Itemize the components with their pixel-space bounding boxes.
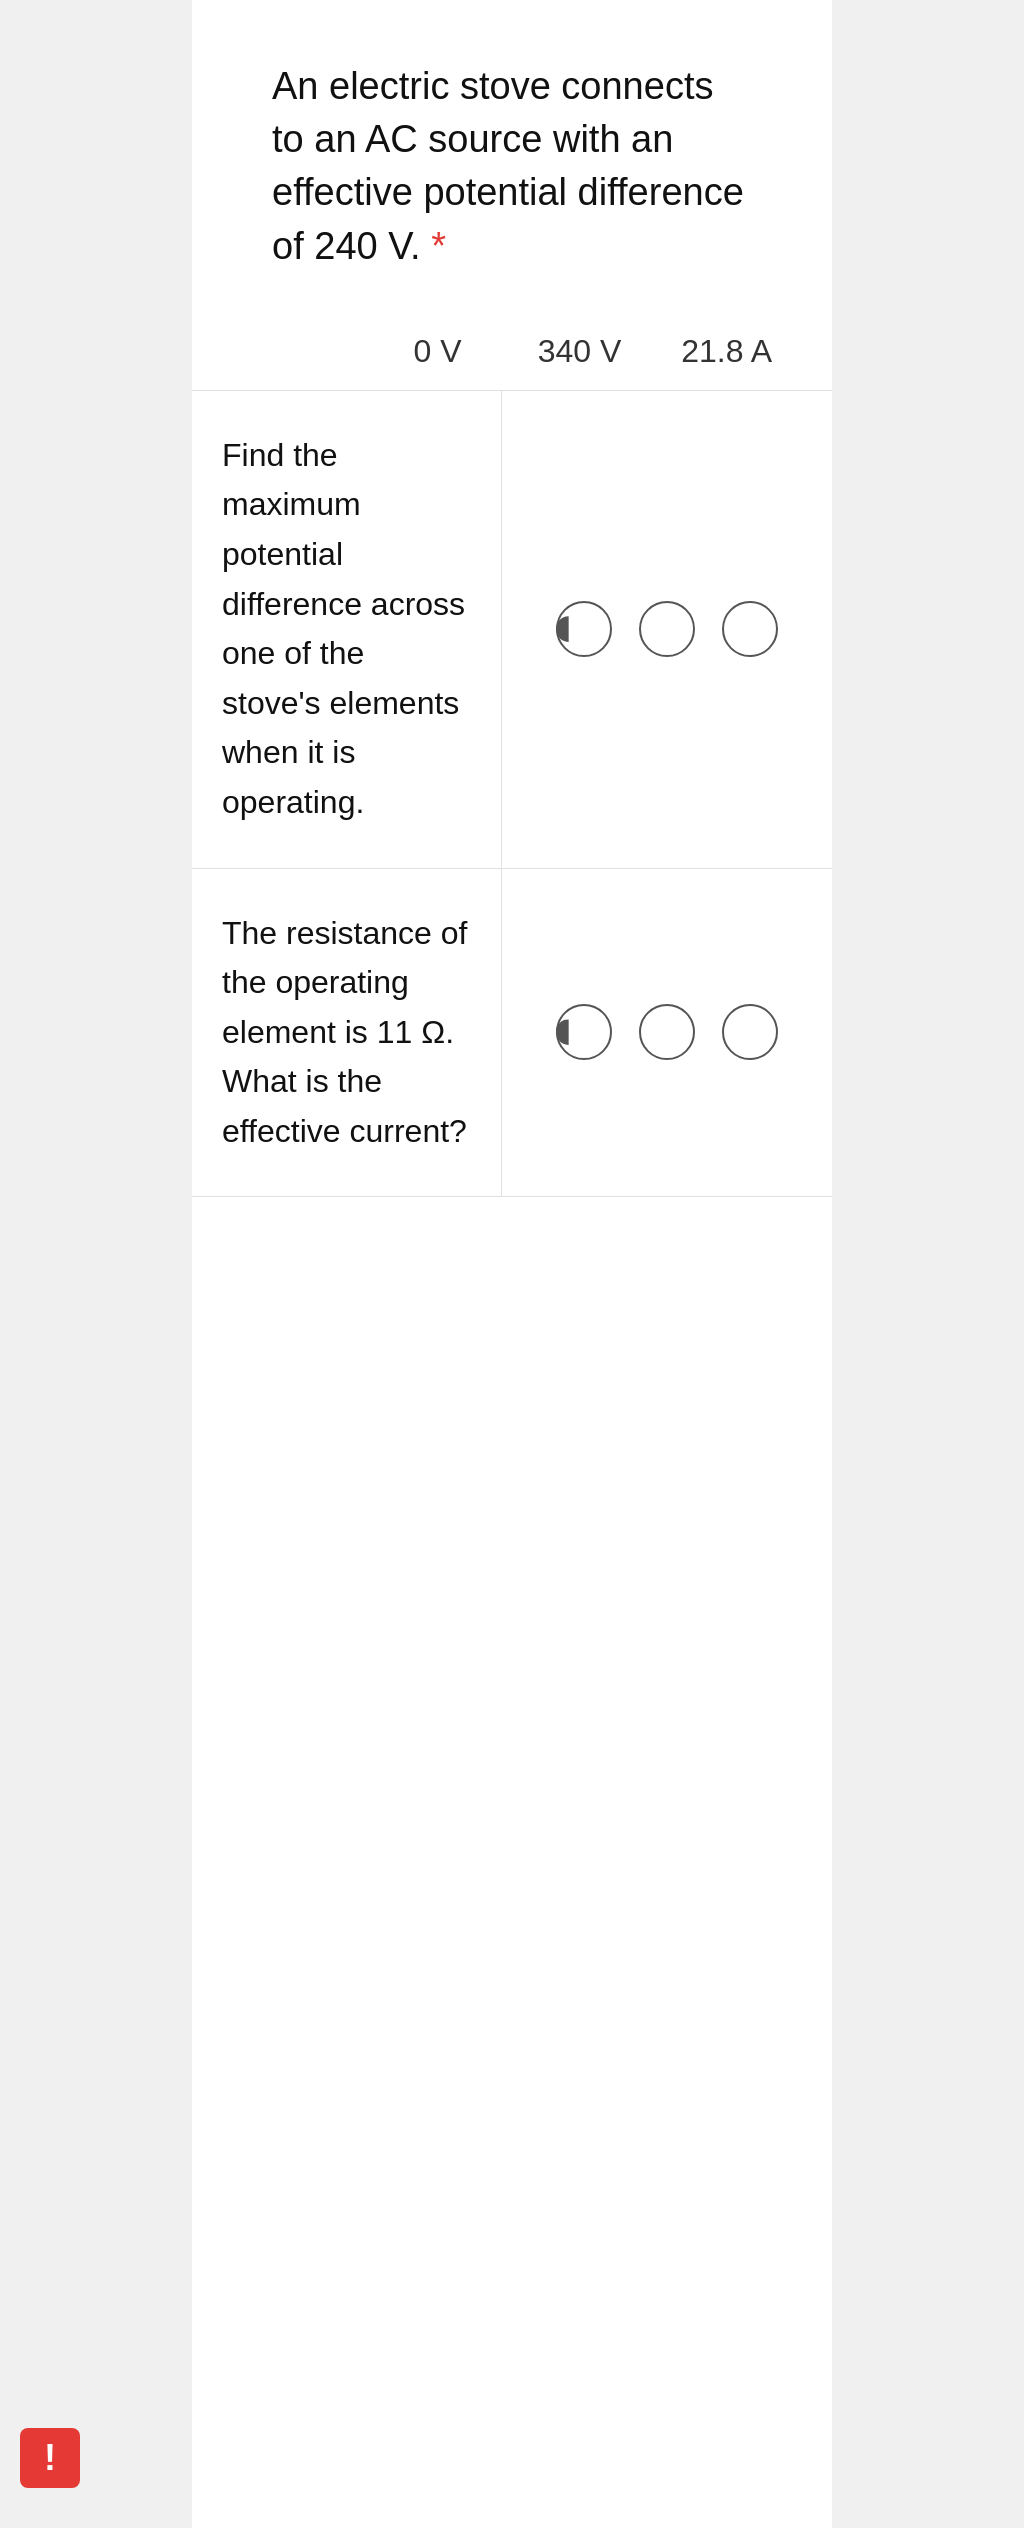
row2-options [502, 984, 832, 1080]
row2-option-2[interactable] [722, 1004, 778, 1060]
row1-option-0[interactable] [556, 601, 612, 657]
row1-options [502, 581, 832, 677]
table-row: Find the maximum potential difference ac… [192, 391, 832, 869]
row1-question: Find the maximum potential difference ac… [192, 391, 502, 868]
row1-option-2[interactable] [722, 601, 778, 657]
question-table: Find the maximum potential difference ac… [192, 391, 832, 1198]
table-row: The resistance of the operating element … [192, 869, 832, 1198]
row2-option-0[interactable] [556, 1004, 612, 1060]
row2-option-1[interactable] [639, 1004, 695, 1060]
row2-question: The resistance of the operating element … [192, 869, 502, 1197]
option-header-0: 0 V [398, 333, 478, 370]
question-text: An electric stove connects to an AC sour… [272, 65, 744, 267]
required-star: * [431, 225, 446, 267]
question-header: An electric stove connects to an AC sour… [192, 0, 832, 313]
page-container: An electric stove connects to an AC sour… [192, 0, 832, 2528]
options-header-row: 0 V 340 V 21.8 A [192, 313, 832, 391]
row1-option-1[interactable] [639, 601, 695, 657]
option-header-1: 340 V [538, 333, 622, 370]
option-header-2: 21.8 A [681, 333, 772, 370]
